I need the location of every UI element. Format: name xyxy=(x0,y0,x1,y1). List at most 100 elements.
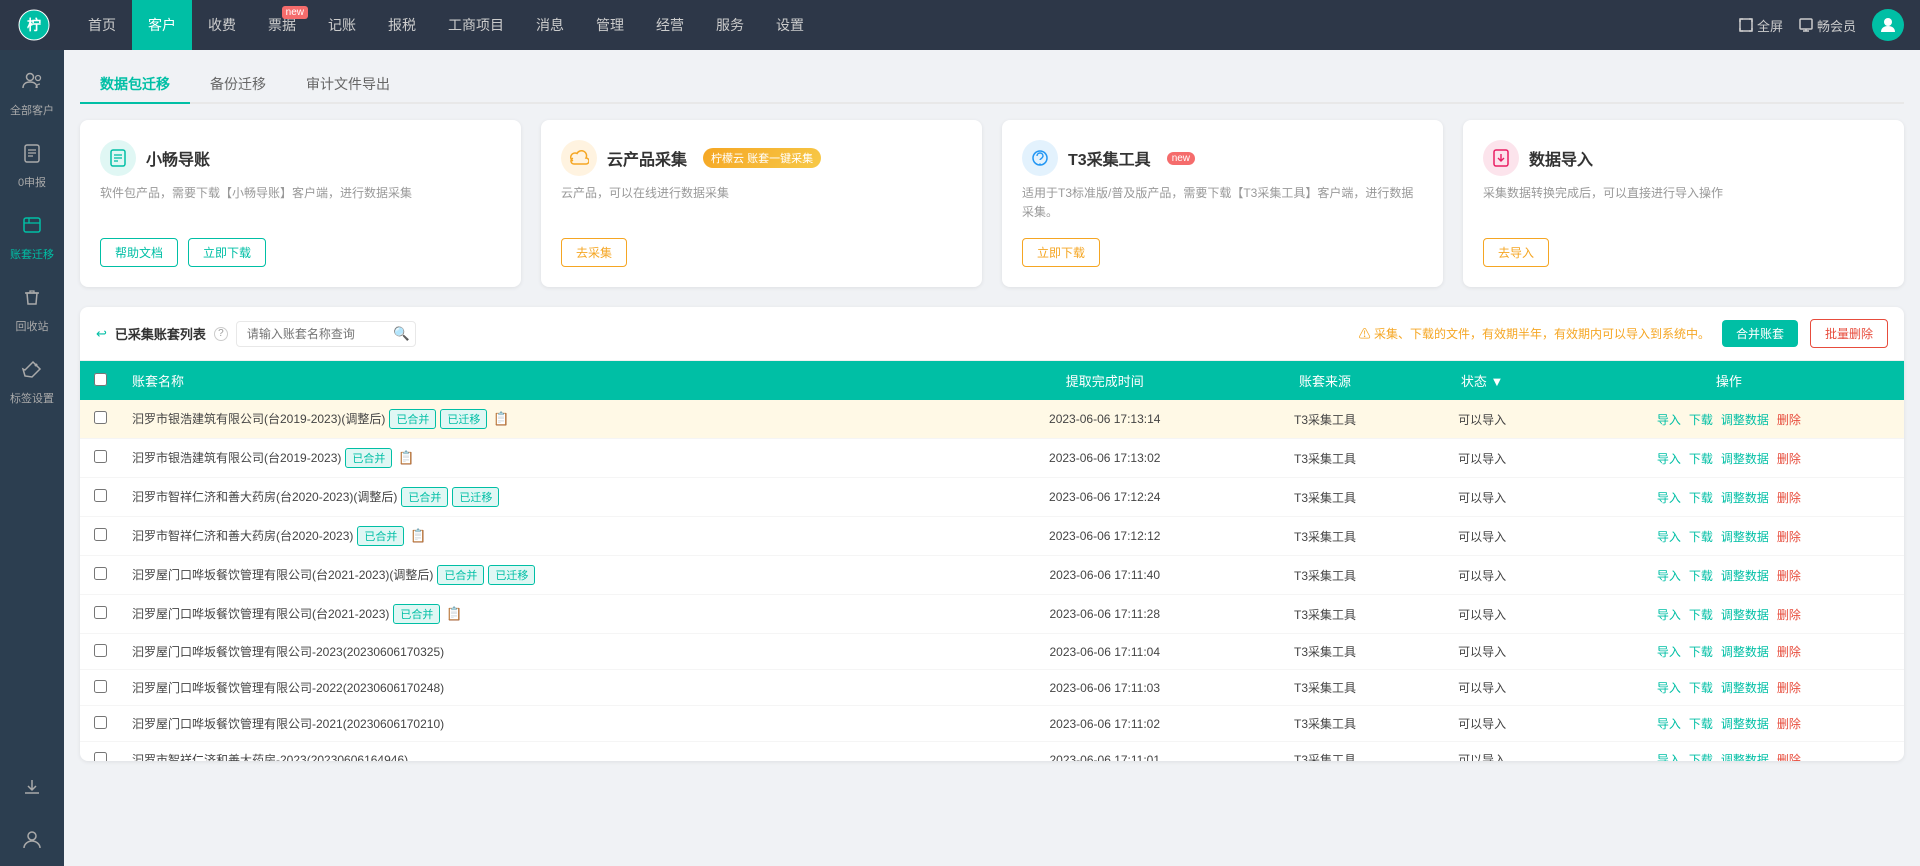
search-input[interactable] xyxy=(236,321,416,347)
row-checkbox[interactable] xyxy=(94,606,107,619)
tab-backup-migration[interactable]: 备份迁移 xyxy=(190,66,286,104)
refresh-icon[interactable]: ↩ xyxy=(96,326,107,342)
action-导入[interactable]: 导入 xyxy=(1657,608,1681,622)
nav-settings[interactable]: 设置 xyxy=(760,0,820,50)
action-调整数据[interactable]: 调整数据 xyxy=(1721,530,1769,544)
action-删除[interactable]: 删除 xyxy=(1777,452,1801,466)
action-导入[interactable]: 导入 xyxy=(1657,452,1681,466)
member-btn[interactable]: 畅会员 xyxy=(1799,16,1856,35)
row-status: 可以导入 xyxy=(1411,439,1554,478)
row-checkbox[interactable] xyxy=(94,528,107,541)
sidebar-item-zero-declaration[interactable]: 0申报 xyxy=(0,132,64,200)
tab-data-migration[interactable]: 数据包迁移 xyxy=(80,66,190,104)
sdr-import-btn[interactable]: 去导入 xyxy=(1483,238,1549,267)
action-下载[interactable]: 下载 xyxy=(1689,569,1713,583)
action-下载[interactable]: 下载 xyxy=(1689,608,1713,622)
fullscreen-btn[interactable]: 全屏 xyxy=(1739,16,1783,35)
sidebar-item-all-clients[interactable]: 全部客户 xyxy=(0,60,64,128)
copy-icon[interactable]: 📋 xyxy=(410,528,426,543)
xcdz-help-btn[interactable]: 帮助文档 xyxy=(100,238,178,267)
action-删除[interactable]: 删除 xyxy=(1777,753,1801,761)
nav-home[interactable]: 首页 xyxy=(72,0,132,50)
search-button[interactable]: 🔍 xyxy=(393,326,410,342)
all-clients-icon xyxy=(21,70,43,98)
cards-row: 小畅导账 软件包产品，需要下载【小畅导账】客户端，进行数据采集 帮助文档 立即下… xyxy=(80,120,1904,287)
copy-icon[interactable]: 📋 xyxy=(493,411,509,426)
action-导入[interactable]: 导入 xyxy=(1657,530,1681,544)
action-下载[interactable]: 下载 xyxy=(1689,491,1713,505)
row-checkbox[interactable] xyxy=(94,716,107,729)
sidebar: 全部客户 0申报 账套迁移 xyxy=(0,50,64,866)
action-删除[interactable]: 删除 xyxy=(1777,717,1801,731)
row-checkbox[interactable] xyxy=(94,489,107,502)
action-删除[interactable]: 删除 xyxy=(1777,569,1801,583)
action-调整数据[interactable]: 调整数据 xyxy=(1721,413,1769,427)
nav-client[interactable]: 客户 xyxy=(132,0,192,50)
row-checkbox[interactable] xyxy=(94,450,107,463)
tab-audit-export[interactable]: 审计文件导出 xyxy=(286,66,410,104)
action-调整数据[interactable]: 调整数据 xyxy=(1721,681,1769,695)
action-删除[interactable]: 删除 xyxy=(1777,530,1801,544)
action-删除[interactable]: 删除 xyxy=(1777,413,1801,427)
copy-icon[interactable]: 📋 xyxy=(446,606,462,621)
row-checkbox[interactable] xyxy=(94,411,107,424)
sidebar-item-recycle[interactable]: 回收站 xyxy=(0,276,64,344)
nav-operation[interactable]: 经营 xyxy=(640,0,700,50)
action-下载[interactable]: 下载 xyxy=(1689,717,1713,731)
action-调整数据[interactable]: 调整数据 xyxy=(1721,753,1769,761)
row-checkbox-cell xyxy=(80,400,120,439)
row-checkbox[interactable] xyxy=(94,567,107,580)
copy-icon[interactable]: 📋 xyxy=(398,450,414,465)
action-导入[interactable]: 导入 xyxy=(1657,681,1681,695)
row-source: T3采集工具 xyxy=(1239,670,1410,706)
action-调整数据[interactable]: 调整数据 xyxy=(1721,452,1769,466)
action-导入[interactable]: 导入 xyxy=(1657,413,1681,427)
row-checkbox[interactable] xyxy=(94,752,107,762)
nav-tax[interactable]: 报税 xyxy=(372,0,432,50)
action-下载[interactable]: 下载 xyxy=(1689,681,1713,695)
ypc-collect-btn[interactable]: 去采集 xyxy=(561,238,627,267)
row-checkbox[interactable] xyxy=(94,644,107,657)
action-调整数据[interactable]: 调整数据 xyxy=(1721,645,1769,659)
sidebar-item-user[interactable] xyxy=(0,818,64,866)
action-导入[interactable]: 导入 xyxy=(1657,491,1681,505)
action-下载[interactable]: 下载 xyxy=(1689,645,1713,659)
action-删除[interactable]: 删除 xyxy=(1777,491,1801,505)
action-删除[interactable]: 删除 xyxy=(1777,645,1801,659)
action-下载[interactable]: 下载 xyxy=(1689,413,1713,427)
sidebar-item-download[interactable] xyxy=(0,766,64,814)
sidebar-item-account-migration[interactable]: 账套迁移 xyxy=(0,204,64,272)
avatar[interactable] xyxy=(1872,9,1904,41)
select-all-checkbox[interactable] xyxy=(94,373,107,386)
table-toolbar: ↩ 已采集账套列表 ? 🔍 ⚠ 采集、下载的文件，有效期半年，有效期内可以导入到… xyxy=(80,307,1904,361)
nav-message[interactable]: 消息 xyxy=(520,0,580,50)
action-调整数据[interactable]: 调整数据 xyxy=(1721,491,1769,505)
action-下载[interactable]: 下载 xyxy=(1689,530,1713,544)
row-checkbox[interactable] xyxy=(94,680,107,693)
nav-manage[interactable]: 管理 xyxy=(580,0,640,50)
xcdz-icon xyxy=(100,140,136,176)
t3-download-btn[interactable]: 立即下载 xyxy=(1022,238,1100,267)
nav-ticket[interactable]: 票据 new xyxy=(252,0,312,50)
sidebar-item-tag-settings[interactable]: 标签设置 xyxy=(0,348,64,416)
nav-fee[interactable]: 收费 xyxy=(192,0,252,50)
action-删除[interactable]: 删除 xyxy=(1777,681,1801,695)
nav-bookkeeping[interactable]: 记账 xyxy=(312,0,372,50)
action-导入[interactable]: 导入 xyxy=(1657,645,1681,659)
action-调整数据[interactable]: 调整数据 xyxy=(1721,717,1769,731)
action-删除[interactable]: 删除 xyxy=(1777,608,1801,622)
merge-button[interactable]: 合并账套 xyxy=(1722,320,1798,347)
action-下载[interactable]: 下载 xyxy=(1689,753,1713,761)
nav-service[interactable]: 服务 xyxy=(700,0,760,50)
action-导入[interactable]: 导入 xyxy=(1657,717,1681,731)
batch-delete-button[interactable]: 批量删除 xyxy=(1810,319,1888,348)
nav-items: 首页 客户 收费 票据 new 记账 报税 工商项目 消息 管理 经营 服务 设… xyxy=(72,0,1739,50)
help-icon[interactable]: ? xyxy=(214,327,228,341)
action-调整数据[interactable]: 调整数据 xyxy=(1721,569,1769,583)
action-导入[interactable]: 导入 xyxy=(1657,569,1681,583)
nav-business[interactable]: 工商项目 xyxy=(432,0,520,50)
action-调整数据[interactable]: 调整数据 xyxy=(1721,608,1769,622)
action-导入[interactable]: 导入 xyxy=(1657,753,1681,761)
action-下载[interactable]: 下载 xyxy=(1689,452,1713,466)
xcdz-download-btn[interactable]: 立即下载 xyxy=(188,238,266,267)
